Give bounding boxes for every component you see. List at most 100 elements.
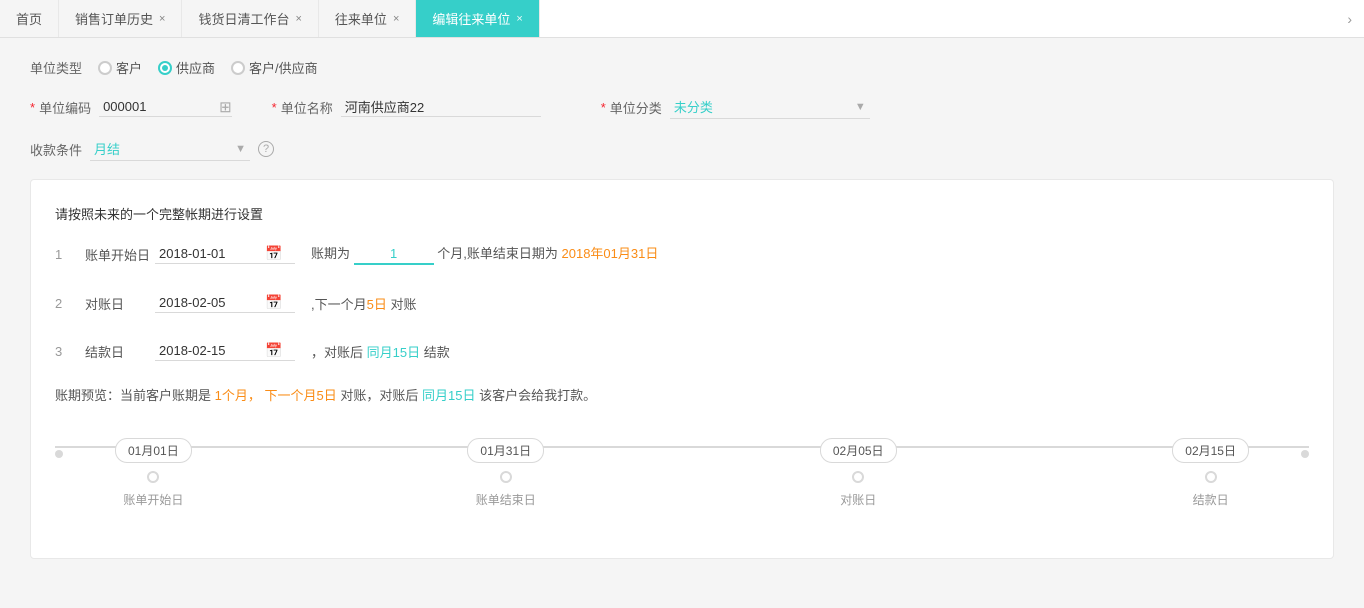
- radio-supplier-label: 供应商: [176, 58, 215, 77]
- tl-label-1: 账单开始日: [123, 491, 183, 508]
- period-desc-3: ，对账后 同月15日 结款: [311, 342, 450, 361]
- name-label: 单位名称: [281, 98, 333, 117]
- radio-group-unit-type: 客户 供应商 客户/供应商: [98, 58, 318, 77]
- month-input[interactable]: [354, 244, 434, 265]
- period-label-3: 结款日: [85, 342, 155, 361]
- period-row-1: 1 账单开始日 📅 账期为 个月,账单结束日期为 2018年01月31日: [55, 243, 1309, 265]
- tl-badge-1: 01月01日: [115, 438, 192, 463]
- preview-text: 账期预览：当前客户账期是 1个月， 下一个月5日 对账，对账后 同月15日 该客…: [55, 385, 1309, 404]
- tab-edit-partner-close[interactable]: ×: [516, 13, 522, 25]
- preview-part3: 同月15日: [422, 388, 475, 403]
- preview-part2: 下一个月5日: [265, 388, 337, 403]
- period-date-2-cal-icon[interactable]: 📅: [265, 294, 282, 311]
- period-highlight-day-2: 5日: [367, 297, 387, 312]
- payment-select[interactable]: 月结 ▼: [90, 137, 250, 161]
- period-num-3: 3: [55, 344, 85, 359]
- radio-customer-circle: [98, 61, 112, 75]
- payment-row: 收款条件 月结 ▼ ?: [30, 137, 1334, 161]
- tl-label-2: 账单结束日: [476, 491, 536, 508]
- tl-label-4: 结款日: [1193, 491, 1229, 508]
- category-select[interactable]: 未分类 ▼: [670, 95, 870, 119]
- timeline-point-1: 01月01日 账单开始日: [115, 438, 192, 508]
- unit-type-label: 单位类型: [30, 58, 82, 77]
- tab-home-label: 首页: [16, 9, 42, 28]
- code-required-star: *: [30, 100, 35, 115]
- tab-cash-work[interactable]: 钱货日清工作台 ×: [182, 0, 318, 37]
- tl-dot-4: [1205, 471, 1217, 483]
- period-highlight-date-1: 2018年01月31日: [562, 246, 659, 261]
- code-icon[interactable]: ⊞: [219, 98, 232, 116]
- tl-dot-1: [147, 471, 159, 483]
- period-desc-1-suffix: 个月,账单结束日期为: [437, 246, 558, 261]
- period-highlight-day-3: 同月15日: [367, 345, 420, 360]
- period-label-2: 对账日: [85, 294, 155, 313]
- period-date-2-wrapper: 📅: [155, 293, 295, 313]
- tab-home[interactable]: 首页: [0, 0, 59, 37]
- code-label: 单位编码: [39, 98, 91, 117]
- timeline: 01月01日 账单开始日 01月31日 账单结束日: [55, 428, 1309, 538]
- radio-customer[interactable]: 客户: [98, 58, 142, 77]
- category-value: 未分类: [670, 95, 851, 118]
- payment-dropdown-arrow: ▼: [231, 143, 250, 155]
- tl-label-3: 对账日: [840, 491, 876, 508]
- tab-partner-close[interactable]: ×: [393, 13, 399, 25]
- tab-edit-partner-label: 编辑往来单位: [432, 9, 510, 28]
- period-date-3-input[interactable]: [155, 341, 265, 360]
- tab-sales-history-label: 销售订单历史: [75, 9, 153, 28]
- code-name-category-row: * 单位编码 ⊞ * 单位名称 * 单位分类 未分类 ▼: [30, 95, 1334, 119]
- period-date-1-cal-icon[interactable]: 📅: [265, 245, 282, 262]
- period-desc-2: ,下一个月5日 对账: [311, 294, 416, 313]
- payment-value: 月结: [90, 137, 231, 160]
- name-input[interactable]: [341, 97, 541, 117]
- tl-dot-3: [852, 471, 864, 483]
- tl-badge-4: 02月15日: [1172, 438, 1249, 463]
- period-desc-3-suffix: 结款: [420, 345, 450, 360]
- radio-customer-label: 客户: [116, 58, 142, 77]
- period-desc-3-prefix: ，对账后: [311, 345, 367, 360]
- period-desc-1: 账期为 个月,账单结束日期为 2018年01月31日: [311, 243, 658, 265]
- timeline-point-3: 02月05日 对账日: [820, 438, 897, 508]
- timeline-point-4: 02月15日 结款日: [1172, 438, 1249, 508]
- code-field: * 单位编码 ⊞: [30, 97, 232, 117]
- period-date-1-input[interactable]: [155, 244, 265, 263]
- tl-dot-2: [500, 471, 512, 483]
- code-input[interactable]: [99, 97, 219, 116]
- payment-select-wrapper: 月结 ▼: [90, 137, 250, 161]
- tab-edit-partner[interactable]: 编辑往来单位 ×: [416, 0, 539, 37]
- radio-supplier[interactable]: 供应商: [158, 58, 215, 77]
- period-date-3-wrapper: 📅: [155, 341, 295, 361]
- radio-supplier-circle: [158, 61, 172, 75]
- code-input-wrapper: ⊞: [99, 97, 232, 117]
- tl-badge-2: 01月31日: [467, 438, 544, 463]
- name-field: * 单位名称: [272, 97, 541, 117]
- radio-both[interactable]: 客户/供应商: [231, 58, 318, 77]
- payment-label: 收款条件: [30, 140, 82, 159]
- preview-suffix: 该客户会给我打款。: [479, 388, 596, 403]
- category-dropdown-arrow: ▼: [851, 101, 870, 113]
- tab-sales-history-close[interactable]: ×: [159, 13, 165, 25]
- period-date-3-cal-icon[interactable]: 📅: [265, 342, 282, 359]
- radio-both-label: 客户/供应商: [249, 58, 318, 77]
- name-required-star: *: [272, 100, 277, 115]
- period-desc-1-prefix: 账期为: [311, 246, 350, 261]
- tabs-bar: 首页 销售订单历史 × 钱货日清工作台 × 往来单位 × 编辑往来单位 × ›: [0, 0, 1364, 38]
- period-date-2-input[interactable]: [155, 293, 265, 312]
- tl-badge-3: 02月05日: [820, 438, 897, 463]
- tab-partner[interactable]: 往来单位 ×: [319, 0, 416, 37]
- tab-partner-label: 往来单位: [335, 9, 387, 28]
- period-date-1-wrapper: 📅: [155, 244, 295, 264]
- main-content: 单位类型 客户 供应商 客户/供应商 * 单位编码 ⊞: [0, 38, 1364, 608]
- panel-subtitle: 请按照未来的一个完整帐期进行设置: [55, 204, 1309, 223]
- payment-help-icon[interactable]: ?: [258, 141, 274, 157]
- tab-more-arrow[interactable]: ›: [1335, 11, 1364, 27]
- preview-section: 账期预览：当前客户账期是 1个月， 下一个月5日 对账，对账后 同月15日 该客…: [55, 369, 1309, 538]
- period-desc-2-suffix: 对账: [387, 297, 417, 312]
- preview-middle: 对账，对账后: [340, 388, 418, 403]
- category-field: * 单位分类 未分类 ▼: [601, 95, 870, 119]
- period-label-1: 账单开始日: [85, 245, 155, 264]
- tab-cash-work-close[interactable]: ×: [295, 13, 301, 25]
- period-row-2: 2 对账日 📅 ,下一个月5日 对账: [55, 293, 1309, 313]
- preview-prefix: 账期预览：当前客户账期是: [55, 388, 211, 403]
- radio-both-circle: [231, 61, 245, 75]
- tab-sales-history[interactable]: 销售订单历史 ×: [59, 0, 182, 37]
